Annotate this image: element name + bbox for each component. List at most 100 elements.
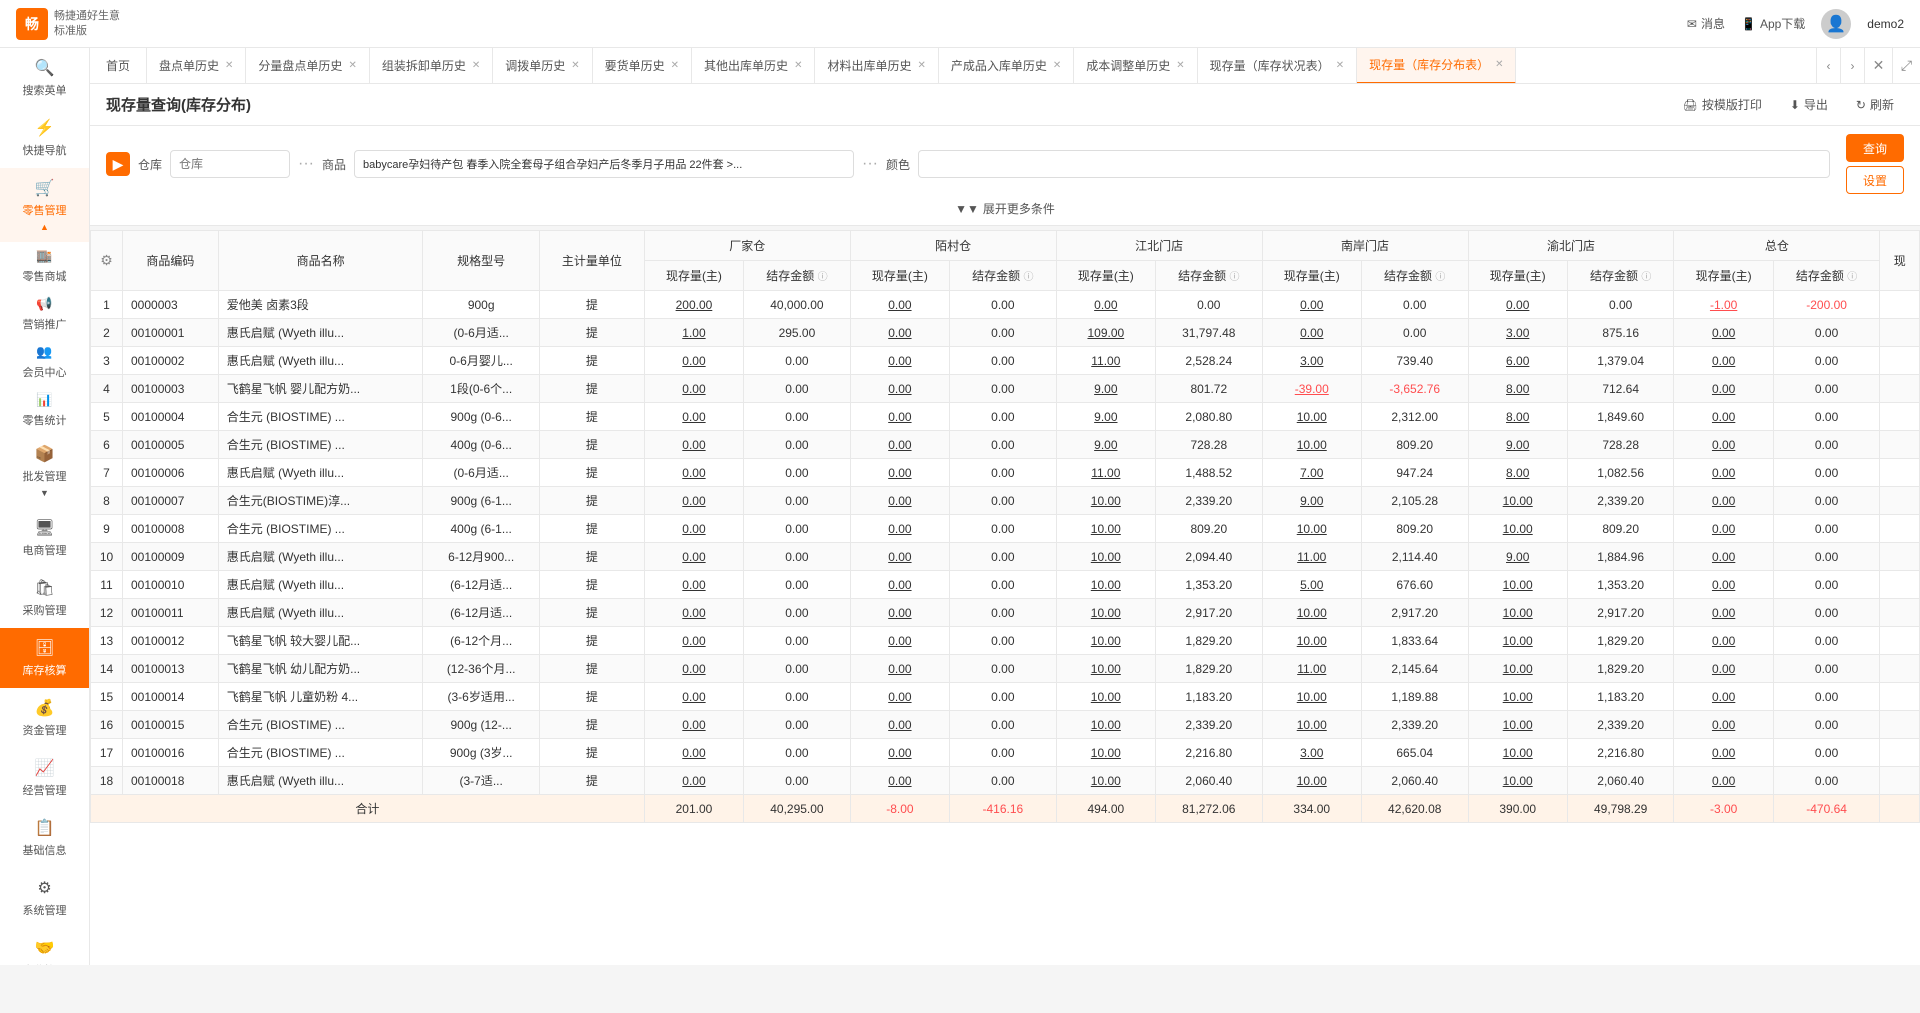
table-row: 600100005合生元 (BIOSTIME) ...400g (0-6...提…: [91, 431, 1920, 459]
table-row: 1700100016合生元 (BIOSTIME) ...900g (3岁...提…: [91, 739, 1920, 767]
tab-cost-adjust[interactable]: 成本调整单历史 ✕: [1074, 48, 1197, 84]
app-icon: 📱: [1741, 17, 1756, 31]
tab-requisition[interactable]: 要货单历史 ✕: [593, 48, 692, 84]
warehouse-input[interactable]: [170, 150, 290, 178]
col-header-current: 现: [1880, 231, 1920, 291]
tab-home[interactable]: 首页: [90, 48, 147, 84]
tab-close-icon[interactable]: ✕: [1053, 60, 1061, 71]
tab-combine[interactable]: 组装拆卸单历史 ✕: [370, 48, 493, 84]
sidebar-item-inventory[interactable]: 🗄 库存核算: [0, 628, 89, 688]
finance-icon: 💰: [35, 698, 55, 718]
expand-icon: ▼▼: [955, 202, 979, 216]
sidebar-item-marketing[interactable]: 📢 营销推广: [0, 290, 89, 338]
wholesale-icon: 📦: [35, 444, 55, 464]
setting-btn[interactable]: 设置: [1846, 166, 1904, 194]
chevron-down-icon: ▼: [40, 488, 49, 498]
tab-expand-btn[interactable]: ⤢: [1892, 48, 1920, 84]
filter-toggle-btn[interactable]: ▶: [106, 152, 130, 176]
table-row: 900100008合生元 (BIOSTIME) ...400g (6-1...提…: [91, 515, 1920, 543]
sidebar-item-ecommerce[interactable]: 🖥 电商管理: [0, 508, 89, 568]
tab-arrows: ‹ › ✕ ⤢: [1816, 48, 1920, 84]
system-icon: ⚙: [37, 878, 51, 898]
export-btn[interactable]: ⬇ 导出: [1780, 92, 1838, 117]
base-icon: 📋: [35, 818, 55, 838]
tab-product-in[interactable]: 产成品入库单历史 ✕: [939, 48, 1074, 84]
page-header: 现存量查询(库存分布) 🖨 按模版打印 ⬇ 导出 ↻ 刷新: [90, 84, 1920, 126]
sidebar-item-member[interactable]: 👥 会员中心: [0, 338, 89, 386]
tab-close-icon[interactable]: ✕: [1336, 60, 1344, 71]
sidebar-item-finance[interactable]: 💰 资金管理: [0, 688, 89, 748]
color-input[interactable]: [918, 150, 1830, 178]
tab-close-icon[interactable]: ✕: [917, 60, 925, 71]
sidebar-item-base[interactable]: 📋 基础信息: [0, 808, 89, 868]
stats-icon: 📊: [36, 392, 52, 408]
tab-close-icon[interactable]: ✕: [794, 60, 802, 71]
refresh-icon: ↻: [1856, 98, 1866, 112]
table-row: 500100004合生元 (BIOSTIME) ...900g (0-6...提…: [91, 403, 1920, 431]
tab-prev-btn[interactable]: ‹: [1816, 48, 1840, 84]
tab-point2[interactable]: 分量盘点单历史 ✕: [246, 48, 369, 84]
tab-stock-table[interactable]: 现存量（库存状况表） ✕: [1198, 48, 1357, 84]
operation-icon: 📈: [35, 758, 55, 778]
tab-close-icon[interactable]: ✕: [571, 60, 579, 71]
tab-close-all-btn[interactable]: ✕: [1864, 48, 1892, 84]
username[interactable]: demo2: [1867, 17, 1904, 31]
tab-transfer[interactable]: 调拨单历史 ✕: [493, 48, 592, 84]
col-mo-amt: 结存金额 ⓘ: [950, 261, 1057, 291]
message-btn[interactable]: ✉ 消息: [1687, 15, 1725, 32]
app-download-btn[interactable]: 📱 App下载: [1741, 15, 1805, 32]
tab-material-out[interactable]: 材料出库单历史 ✕: [815, 48, 938, 84]
sidebar-item-label: 库存核算: [23, 662, 67, 678]
sidebar-item-search[interactable]: 🔍 搜索英单: [0, 48, 89, 108]
gear-icon[interactable]: ⚙: [100, 252, 113, 268]
info-icon: ⓘ: [1024, 272, 1034, 283]
sidebar-item-retail-mall[interactable]: 🏬 零售商城: [0, 242, 89, 290]
table-row: 400100003飞鹤星飞帆 婴儿配方奶...1段(0-6个...提0.000.…: [91, 375, 1920, 403]
tab-close-icon[interactable]: ✕: [225, 60, 233, 71]
tab-other-out[interactable]: 其他出库单历史 ✕: [692, 48, 815, 84]
sidebar-item-retail-stats[interactable]: 📊 零售统计: [0, 386, 89, 434]
sidebar-item-enterprise[interactable]: 🤝 企业协同: [0, 928, 89, 965]
filter-row: ▶ 仓库 ··· 商品 ··· 颜色 查询 设置: [106, 134, 1904, 194]
summary-row: 合计201.0040,295.00-8.00-416.16494.0081,27…: [91, 795, 1920, 823]
mall-icon: 🏬: [36, 248, 52, 264]
top-bar-right: ✉ 消息 📱 App下载 👤 demo2: [1687, 9, 1904, 39]
print-icon: 🖨: [1683, 98, 1698, 112]
avatar[interactable]: 👤: [1821, 9, 1851, 39]
tab-close-icon[interactable]: ✕: [348, 60, 356, 71]
refresh-btn[interactable]: ↻ 刷新: [1846, 92, 1904, 117]
logo-icon: 畅: [16, 8, 48, 40]
warehouse-dots[interactable]: ···: [298, 155, 314, 173]
sidebar-item-system[interactable]: ⚙ 系统管理: [0, 868, 89, 928]
table-row: 200100001惠氏启赋 (Wyeth illu...(0-6月适...提1.…: [91, 319, 1920, 347]
sidebar-item-purchase[interactable]: 🛍 采购管理: [0, 568, 89, 628]
sidebar-item-wholesale[interactable]: 📦 批发管理 ▼: [0, 434, 89, 508]
table-row: 1600100015合生元 (BIOSTIME) ...900g (12-...…: [91, 711, 1920, 739]
table-area[interactable]: ⚙ 商品编码 商品名称 规格型号 主计量单位 厂家仓 陌村仓 江北门店 南岸门店…: [90, 230, 1920, 965]
info-icon: ⓘ: [1847, 272, 1857, 283]
col-header-code: 商品编码: [123, 231, 219, 291]
col-yubei-amt: 结存金额 ⓘ: [1567, 261, 1674, 291]
col-factory-amt: 结存金额 ⓘ: [744, 261, 851, 291]
sidebar-item-operation[interactable]: 📈 经营管理: [0, 748, 89, 808]
tab-close-icon[interactable]: ✕: [1176, 60, 1184, 71]
tab-close-icon[interactable]: ✕: [472, 60, 480, 71]
sidebar-item-nav[interactable]: ⚡ 快捷导航: [0, 108, 89, 168]
tab-close-icon[interactable]: ✕: [671, 60, 679, 71]
expand-filter-btn[interactable]: ▼▼ 展开更多条件: [106, 200, 1904, 217]
col-nanan-qty: 现存量(主): [1262, 261, 1361, 291]
product-input[interactable]: [354, 150, 854, 178]
col-header-spec: 规格型号: [423, 231, 540, 291]
tab-point[interactable]: 盘点单历史 ✕: [147, 48, 246, 84]
marketing-icon: 📢: [36, 296, 52, 312]
sidebar-item-label: 经营管理: [23, 782, 67, 798]
tab-next-btn[interactable]: ›: [1840, 48, 1864, 84]
table-row: 1500100014飞鹤星飞帆 儿童奶粉 4...(3-6岁适用...提0.00…: [91, 683, 1920, 711]
product-dots[interactable]: ···: [862, 155, 878, 173]
col-group-total: 总仓: [1674, 231, 1880, 261]
print-btn[interactable]: 🖨 按模版打印: [1673, 92, 1772, 117]
tab-stock-dist[interactable]: 现存量（库存分布表） ✕: [1357, 48, 1516, 84]
sidebar-item-retail[interactable]: 🛒 零售管理 ▲: [0, 168, 89, 242]
tab-close-icon[interactable]: ✕: [1495, 59, 1503, 70]
search-btn[interactable]: 查询: [1846, 134, 1904, 162]
